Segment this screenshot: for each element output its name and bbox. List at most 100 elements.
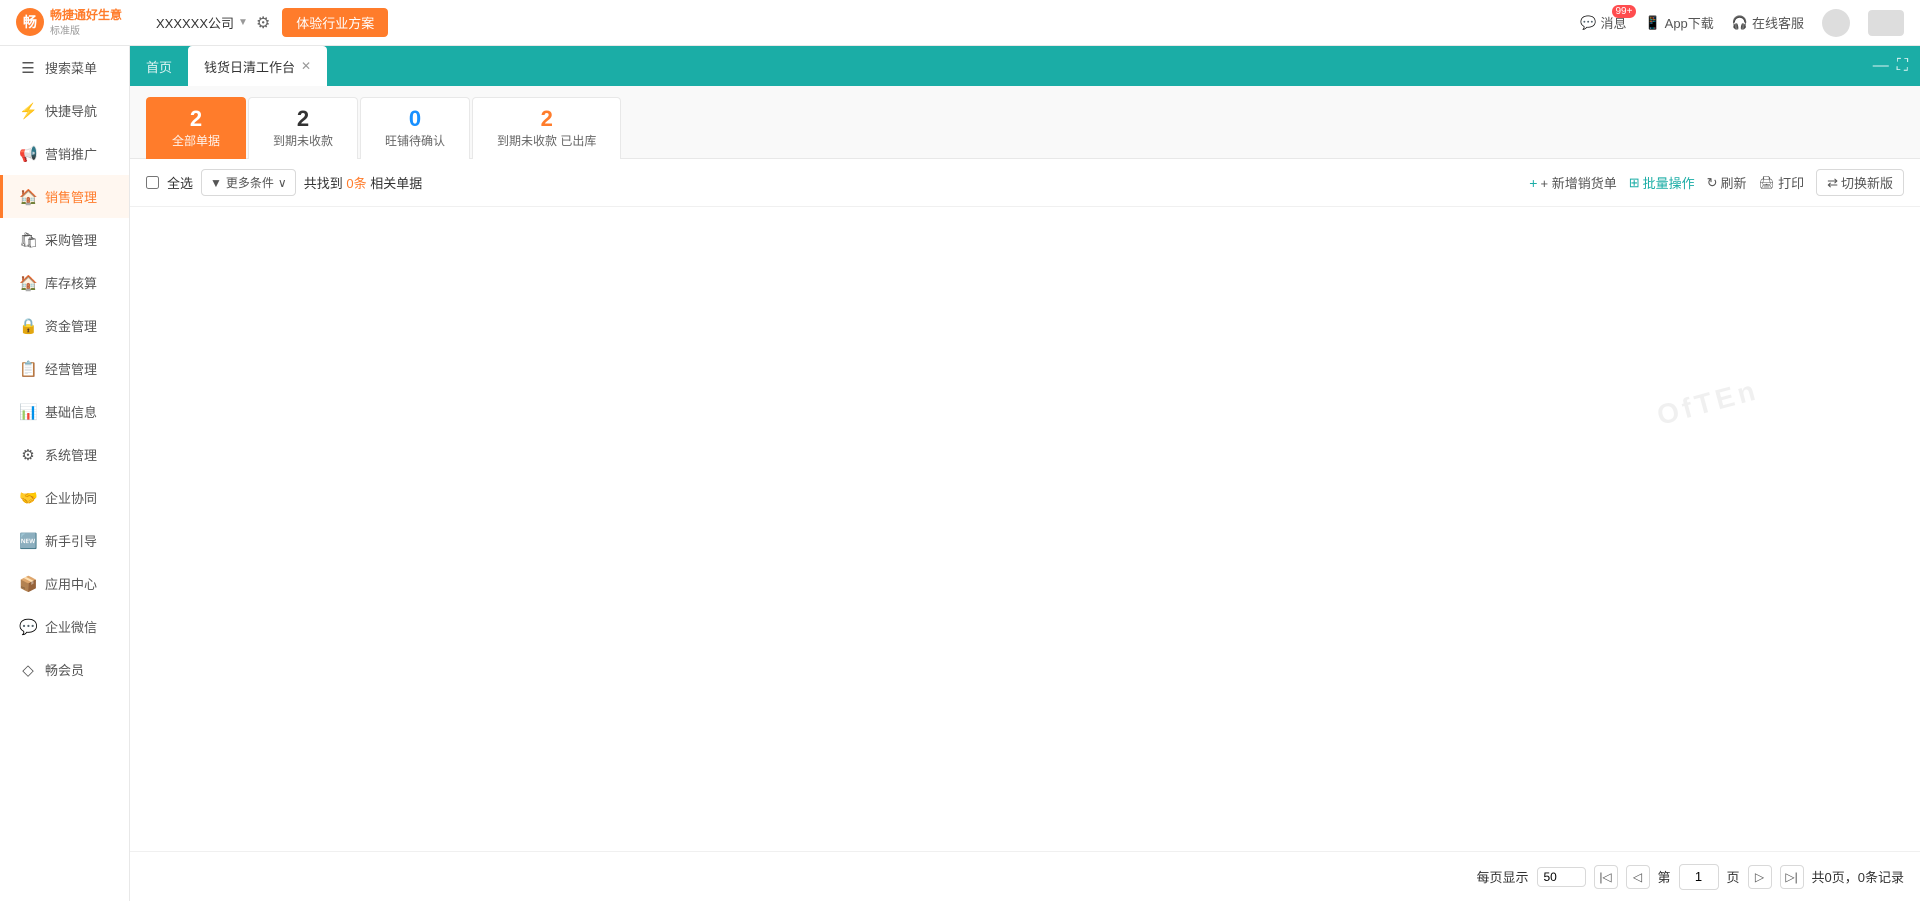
tab-minimize-icon[interactable]: — xyxy=(1873,57,1889,75)
found-prefix: 共找到 xyxy=(304,176,343,191)
next-page-btn[interactable]: ▷ xyxy=(1748,865,1772,889)
sidebar-label-capital: 资金管理 xyxy=(45,316,97,335)
batch-label: 批量操作 xyxy=(1643,173,1695,192)
sidebar-item-enterprise-coop[interactable]: 🤝 企业协同 xyxy=(0,476,129,519)
app-download-btn[interactable]: 📱 App下载 xyxy=(1644,13,1713,32)
stats-tabs: 2 全部单据 2 到期未收款 0 旺铺待确认 2 到期未收款 已出库 xyxy=(130,86,1920,159)
switch-version-btn[interactable]: ⇄ 切换新版 xyxy=(1816,169,1904,196)
stats-num-pending: 0 xyxy=(409,106,421,132)
sidebar-item-marketing[interactable]: 📢 营销推广 xyxy=(0,132,129,175)
sidebar-label-member: 畅会员 xyxy=(45,660,84,679)
page-label: 第 xyxy=(1658,867,1671,886)
toolbar-right: + + 新增销货单 ⊞ 批量操作 ↻ 刷新 🖨 打印 ⇄ 切换新版 xyxy=(1529,169,1904,196)
select-all-label: 全选 xyxy=(167,173,193,192)
sales-icon: 🏠 xyxy=(19,188,37,206)
filter-button[interactable]: ▼ 更多条件 ∨ xyxy=(201,169,296,196)
sidebar-item-basic-info[interactable]: 📊 基础信息 xyxy=(0,390,129,433)
print-label: 打印 xyxy=(1778,173,1804,192)
stats-num-shipped: 2 xyxy=(541,106,553,132)
sidebar-item-wechat[interactable]: 💬 企业微信 xyxy=(0,605,129,648)
per-page-select[interactable]: 50 10 20 100 xyxy=(1537,867,1586,887)
refresh-btn[interactable]: ↻ 刷新 xyxy=(1707,173,1747,192)
stats-label-shipped: 到期未收款 已出库 xyxy=(497,132,596,149)
sidebar-item-inventory[interactable]: 🏠 库存核算 xyxy=(0,261,129,304)
found-count: 0条 xyxy=(346,176,366,191)
avatar[interactable] xyxy=(1822,9,1850,37)
logo-icon: 畅 xyxy=(16,8,44,36)
logo-text: 畅捷通好生意 xyxy=(50,8,122,22)
message-btn[interactable]: 💬 消息 99+ xyxy=(1580,13,1626,32)
page-number-input[interactable] xyxy=(1679,864,1719,890)
company-selector[interactable]: XXXXXX公司 ▼ xyxy=(156,13,248,32)
company-dropdown-arrow: ▼ xyxy=(238,17,248,28)
message-icon: 💬 xyxy=(1580,15,1596,31)
last-page-btn[interactable]: ▷| xyxy=(1780,865,1804,889)
first-page-btn[interactable]: |◁ xyxy=(1594,865,1618,889)
add-order-label: + 新增销货单 xyxy=(1540,173,1616,192)
switch-icon: ⇄ xyxy=(1827,175,1838,191)
sidebar-item-sales[interactable]: 🏠 销售管理 xyxy=(0,175,129,218)
stats-tab-shipped[interactable]: 2 到期未收款 已出库 xyxy=(472,97,621,159)
toolbar-left: 全选 ▼ 更多条件 ∨ 共找到 0条 相关单据 xyxy=(146,169,1521,196)
enterprise-coop-icon: 🤝 xyxy=(19,489,37,507)
tab-home[interactable]: 首页 xyxy=(130,46,188,86)
logo-sub: 标准版 xyxy=(50,22,122,37)
logo: 畅 畅捷通好生意 标准版 xyxy=(16,8,146,37)
stats-tab-pending[interactable]: 0 旺铺待确认 xyxy=(360,97,470,159)
sidebar-item-quick-nav[interactable]: ⚡ 快捷导航 xyxy=(0,89,129,132)
tab-maximize-icon[interactable]: ⛶ xyxy=(1897,57,1908,75)
stats-tab-all[interactable]: 2 全部单据 xyxy=(146,97,246,159)
online-service-btn[interactable]: 🎧 在线客服 xyxy=(1732,13,1804,32)
system-icon: ⚙ xyxy=(19,446,37,464)
marketing-icon: 📢 xyxy=(19,145,37,163)
select-all-checkbox[interactable] xyxy=(146,176,159,189)
stats-label-pending: 旺铺待确认 xyxy=(385,132,445,149)
sidebar-item-member[interactable]: ◇ 畅会员 xyxy=(0,648,129,691)
topbar: 畅 畅捷通好生意 标准版 XXXXXX公司 ▼ ⚙ 体验行业方案 💬 消息 99… xyxy=(0,0,1920,46)
sidebar-item-system[interactable]: ⚙ 系统管理 xyxy=(0,433,129,476)
tab-workbench[interactable]: 钱货日清工作台 ✕ xyxy=(188,46,327,86)
tabbar-actions: — ⛶ xyxy=(1873,57,1920,75)
message-badge: 99+ xyxy=(1612,5,1637,18)
operation-icon: 📋 xyxy=(19,360,37,378)
toolbar: 全选 ▼ 更多条件 ∨ 共找到 0条 相关单据 + + 新增销货单 xyxy=(130,159,1920,207)
pagination: 每页显示 50 10 20 100 |◁ ◁ 第 页 ▷ ▷| 共0页，0条记录 xyxy=(130,851,1920,901)
stats-tab-overdue[interactable]: 2 到期未收款 xyxy=(248,97,358,159)
sidebar-item-search[interactable]: ☰ 搜索菜单 xyxy=(0,46,129,89)
app-download-icon: 📱 xyxy=(1644,15,1660,31)
total-info: 共0页，0条记录 xyxy=(1812,867,1904,886)
sidebar-label-marketing: 营销推广 xyxy=(45,144,97,163)
tabbar: 首页 钱货日清工作台 ✕ — ⛶ xyxy=(130,46,1920,86)
quick-nav-icon: ⚡ xyxy=(19,102,37,120)
prev-page-btn[interactable]: ◁ xyxy=(1626,865,1650,889)
content-area: 2 全部单据 2 到期未收款 0 旺铺待确认 2 到期未收款 已出库 全选 xyxy=(130,86,1920,901)
sidebar-item-purchase[interactable]: 🛍 采购管理 xyxy=(0,218,129,261)
filter-label: 更多条件 xyxy=(226,174,274,191)
sidebar-item-app-center[interactable]: 📦 应用中心 xyxy=(0,562,129,605)
experience-btn[interactable]: 体验行业方案 xyxy=(282,8,388,37)
batch-operation-btn[interactable]: ⊞ 批量操作 xyxy=(1629,173,1695,192)
stats-label-all: 全部单据 xyxy=(172,132,220,149)
user-dropdown[interactable] xyxy=(1868,10,1904,36)
online-service-icon: 🎧 xyxy=(1732,15,1748,31)
found-suffix: 相关单据 xyxy=(370,176,422,191)
sidebar-label-enterprise-coop: 企业协同 xyxy=(45,488,97,507)
settings-icon[interactable]: ⚙ xyxy=(256,13,270,33)
watermark: OfTEn xyxy=(1654,374,1763,432)
sidebar-label-operation: 经营管理 xyxy=(45,359,97,378)
inventory-icon: 🏠 xyxy=(19,274,37,292)
wechat-icon: 💬 xyxy=(19,618,37,636)
sidebar-label-sales: 销售管理 xyxy=(45,187,97,206)
sidebar-item-operation[interactable]: 📋 经营管理 xyxy=(0,347,129,390)
print-btn[interactable]: 🖨 打印 xyxy=(1759,173,1805,192)
sidebar-item-capital[interactable]: 🔒 资金管理 xyxy=(0,304,129,347)
member-icon: ◇ xyxy=(19,661,37,679)
app-center-icon: 📦 xyxy=(19,575,37,593)
stats-label-overdue: 到期未收款 xyxy=(273,132,333,149)
sidebar-item-guide[interactable]: 🆕 新手引导 xyxy=(0,519,129,562)
add-order-btn[interactable]: + + 新增销货单 xyxy=(1529,173,1616,192)
filter-chevron: ∨ xyxy=(278,176,287,190)
tab-close-icon[interactable]: ✕ xyxy=(301,59,311,73)
search-icon: ☰ xyxy=(19,59,37,77)
sidebar-label-quick-nav: 快捷导航 xyxy=(45,101,97,120)
